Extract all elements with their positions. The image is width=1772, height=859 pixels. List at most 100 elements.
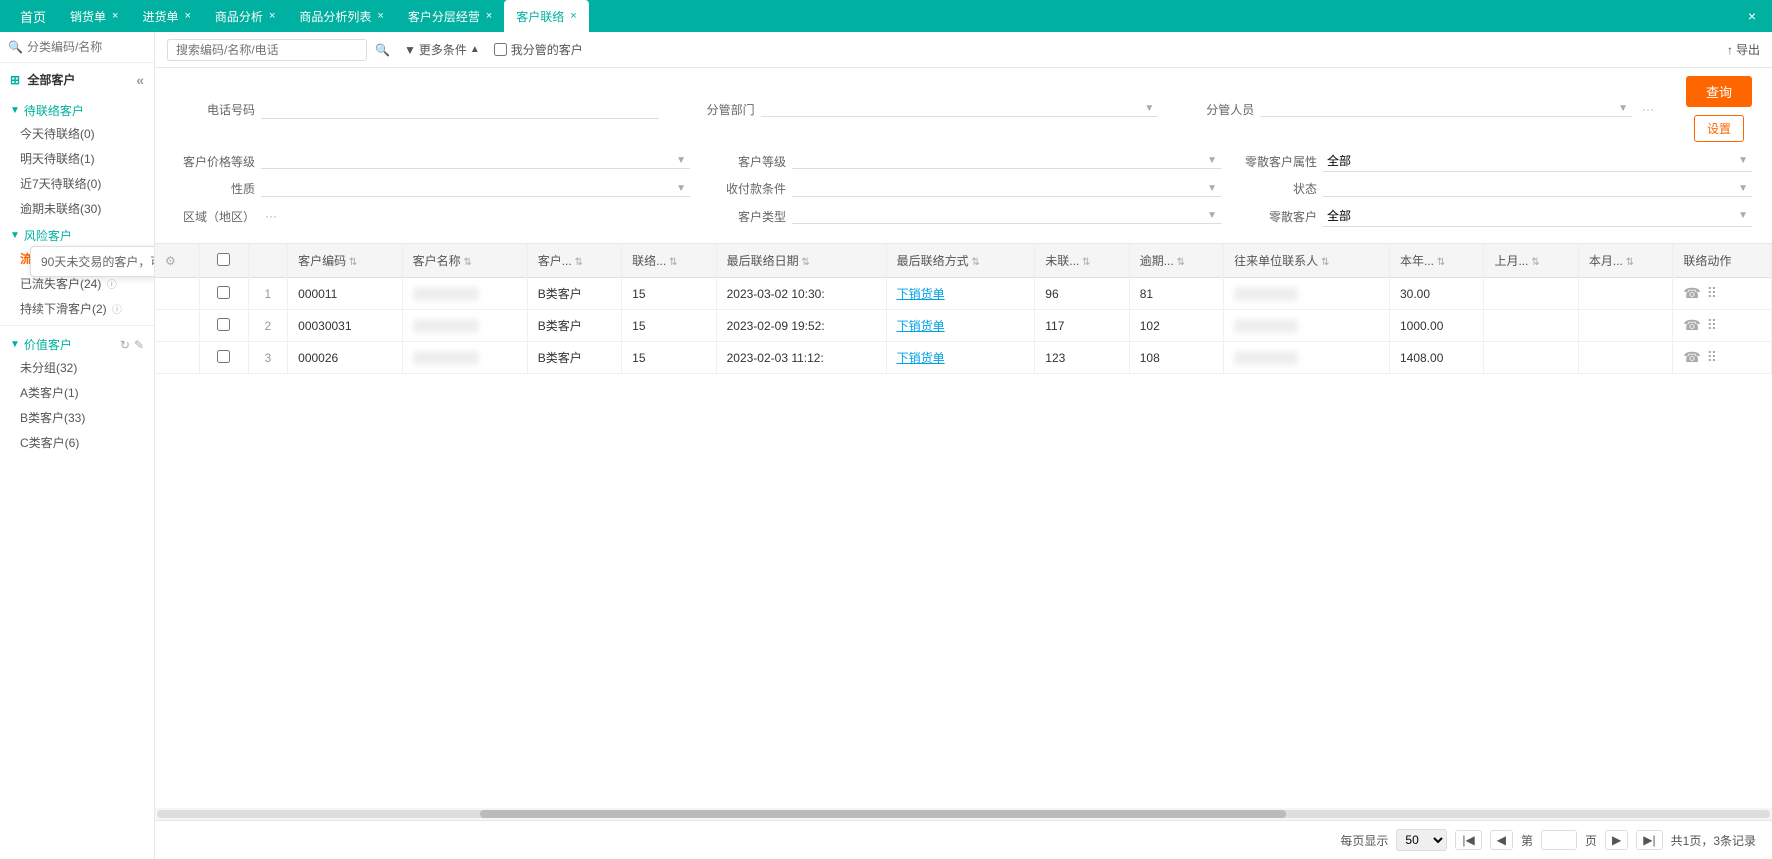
more-action-icon[interactable]: ⠿	[1707, 285, 1717, 302]
next-page-btn[interactable]: ▶	[1605, 830, 1628, 850]
tab-analysis[interactable]: 商品分析 ×	[203, 0, 287, 32]
refresh-icon[interactable]: ↻	[120, 338, 130, 352]
more-action-icon[interactable]: ⠿	[1707, 317, 1717, 334]
adv-nature-select[interactable]: ▼	[261, 181, 690, 197]
sidebar-item-today-pending[interactable]: 今天待联络(0)	[0, 121, 154, 146]
sidebar-all-customers[interactable]: ⊞ 全部客户 «	[0, 63, 154, 96]
adv-row-1: 电话号码 分管部门 ▼ 分管人员 ▼ ···	[175, 76, 1752, 142]
my-customers-check[interactable]: 我分管的客户	[494, 41, 583, 58]
row-last-contact-method[interactable]: 下销货单	[886, 278, 1035, 310]
horizontal-scrollbar[interactable]	[155, 808, 1772, 820]
sidebar-item-declining[interactable]: 持续下滑客户(2) ⓘ	[0, 296, 154, 321]
th-settings[interactable]: ⚙	[155, 244, 200, 278]
sidebar-group-risk[interactable]: ▼ 风险客户	[0, 221, 154, 246]
contact-action-icon[interactable]: ☎	[1683, 317, 1700, 334]
sidebar-item-c-class[interactable]: C类客户(6)	[0, 430, 154, 455]
adv-price-grade-select[interactable]: ▼	[261, 153, 690, 169]
tab-customer-tier[interactable]: 客户分层经营 ×	[396, 0, 504, 32]
sidebar-search-input[interactable]	[27, 40, 155, 54]
sidebar-item-b-class[interactable]: B类客户(33)	[0, 405, 154, 430]
th-this-month[interactable]: 本月...	[1578, 244, 1672, 278]
search-input[interactable]	[167, 39, 367, 61]
sidebar-group-pending[interactable]: ▼ 待联络客户	[0, 96, 154, 121]
row-last-contact-method[interactable]: 下销货单	[886, 310, 1035, 342]
sidebar-item-tomorrow-pending[interactable]: 明天待联络(1)	[0, 146, 154, 171]
th-last-contact-method[interactable]: 最后联络方式	[886, 244, 1035, 278]
th-overdue[interactable]: 逾期...	[1129, 244, 1223, 278]
tab-analysis-list[interactable]: 商品分析列表 ×	[287, 0, 395, 32]
adv-payment-select[interactable]: ▼	[792, 181, 1221, 197]
tab-purchase[interactable]: 进货单 ×	[130, 0, 202, 32]
row-this-year: 30.00	[1389, 278, 1483, 310]
sidebar-item-overdue[interactable]: 逾期未联络(30)	[0, 196, 154, 221]
adv-scatter-cust-select[interactable]: 全部 ▼	[1323, 205, 1752, 227]
search-btn[interactable]: 🔍	[375, 43, 390, 57]
prev-page-btn[interactable]: ◀	[1490, 830, 1513, 850]
tab-purchase-close[interactable]: ×	[184, 10, 190, 22]
tab-sales-close[interactable]: ×	[112, 10, 118, 22]
th-uncontacted[interactable]: 未联...	[1035, 244, 1129, 278]
th-code[interactable]: 客户编码	[288, 244, 402, 278]
row-contact: 15	[622, 278, 716, 310]
contact-action-icon[interactable]: ☎	[1683, 349, 1700, 366]
export-btn[interactable]: ↑ 导出	[1727, 41, 1760, 58]
adv-cust-grade-select[interactable]: ▼	[792, 153, 1221, 169]
row-actions: ☎ ⠿	[1673, 278, 1772, 310]
settings-button[interactable]: 设置	[1694, 115, 1744, 142]
more-conditions-btn[interactable]: ▼ 更多条件 ▲	[398, 38, 486, 61]
sidebar-item-week-pending[interactable]: 近7天待联络(0)	[0, 171, 154, 196]
row-last-contact-method[interactable]: 下销货单	[886, 342, 1035, 374]
scrollbar-track	[157, 810, 1770, 818]
th-name[interactable]: 客户名称	[402, 244, 527, 278]
contact-action-icon[interactable]: ☎	[1683, 285, 1700, 302]
tab-analysis-close[interactable]: ×	[269, 10, 275, 22]
info-icon-lost: ⓘ	[107, 280, 117, 291]
row-checkbox[interactable]	[217, 286, 230, 299]
tab-customer-contact[interactable]: 客户联络 ×	[504, 0, 588, 32]
first-page-btn[interactable]: |◀	[1455, 830, 1481, 850]
select-all-checkbox[interactable]	[217, 253, 230, 266]
more-action-icon[interactable]: ⠿	[1707, 349, 1717, 366]
adv-scatter-attr-select[interactable]: 全部 ▼	[1323, 150, 1752, 172]
adv-dept-select[interactable]: ▼	[761, 101, 1159, 117]
sidebar-item-ungrouped[interactable]: 未分组(32)	[0, 355, 154, 380]
tab-customer-tier-close[interactable]: ×	[486, 10, 492, 22]
th-this-year[interactable]: 本年...	[1389, 244, 1483, 278]
tab-sales[interactable]: 销货单 ×	[58, 0, 130, 32]
adv-manager-select[interactable]: ▼	[1260, 101, 1632, 117]
adv-manager-dots[interactable]: ···	[1638, 102, 1658, 116]
adv-status-field: 状态 ▼	[1237, 180, 1752, 197]
adv-region-dots[interactable]: ···	[261, 209, 281, 223]
row-type: B类客户	[527, 310, 621, 342]
last-page-btn[interactable]: ▶|	[1636, 830, 1662, 850]
row-action-cell	[155, 278, 200, 310]
th-type[interactable]: 客户...	[527, 244, 621, 278]
th-last-contact-date[interactable]: 最后联络日期	[716, 244, 886, 278]
adv-nature-field: 性质 ▼	[175, 180, 690, 197]
row-contact-person	[1224, 278, 1390, 310]
tab-customer-contact-close[interactable]: ×	[570, 10, 576, 22]
scrollbar-thumb[interactable]	[480, 810, 1287, 818]
row-checkbox[interactable]	[217, 318, 230, 331]
sidebar-collapse-btn[interactable]: «	[136, 72, 144, 88]
adv-phone-input[interactable]	[261, 100, 659, 119]
row-last-contact-date: 2023-03-02 10:30:	[716, 278, 886, 310]
th-contact-person[interactable]: 往来单位联系人	[1224, 244, 1390, 278]
tab-home[interactable]: 首页	[8, 0, 58, 32]
page-size-select[interactable]: 50 100 200	[1396, 829, 1447, 851]
close-all-tabs[interactable]: ×	[1740, 8, 1764, 24]
th-contact[interactable]: 联络...	[622, 244, 716, 278]
tab-analysis-list-close[interactable]: ×	[377, 10, 383, 22]
query-button[interactable]: 查询	[1686, 76, 1752, 107]
sidebar-group-value[interactable]: ▼ 价值客户 ↻ ✎	[0, 330, 154, 355]
my-customers-checkbox[interactable]	[494, 43, 507, 56]
page-number-input[interactable]: 1	[1541, 830, 1577, 850]
sidebar-item-a-class[interactable]: A类客户(1)	[0, 380, 154, 405]
row-checkbox[interactable]	[217, 350, 230, 363]
adv-status-select[interactable]: ▼	[1323, 181, 1752, 197]
settings-gear-icon[interactable]: ⚙	[165, 254, 176, 268]
edit-icon[interactable]: ✎	[134, 338, 144, 352]
sidebar: 🔍 ⊞ 全部客户 « ▼ 待联络客户 今天待联络(0) 明天待联络(1) 近7天…	[0, 32, 155, 859]
adv-cust-type-select[interactable]: ▼	[792, 208, 1221, 224]
th-last-month[interactable]: 上月...	[1484, 244, 1578, 278]
